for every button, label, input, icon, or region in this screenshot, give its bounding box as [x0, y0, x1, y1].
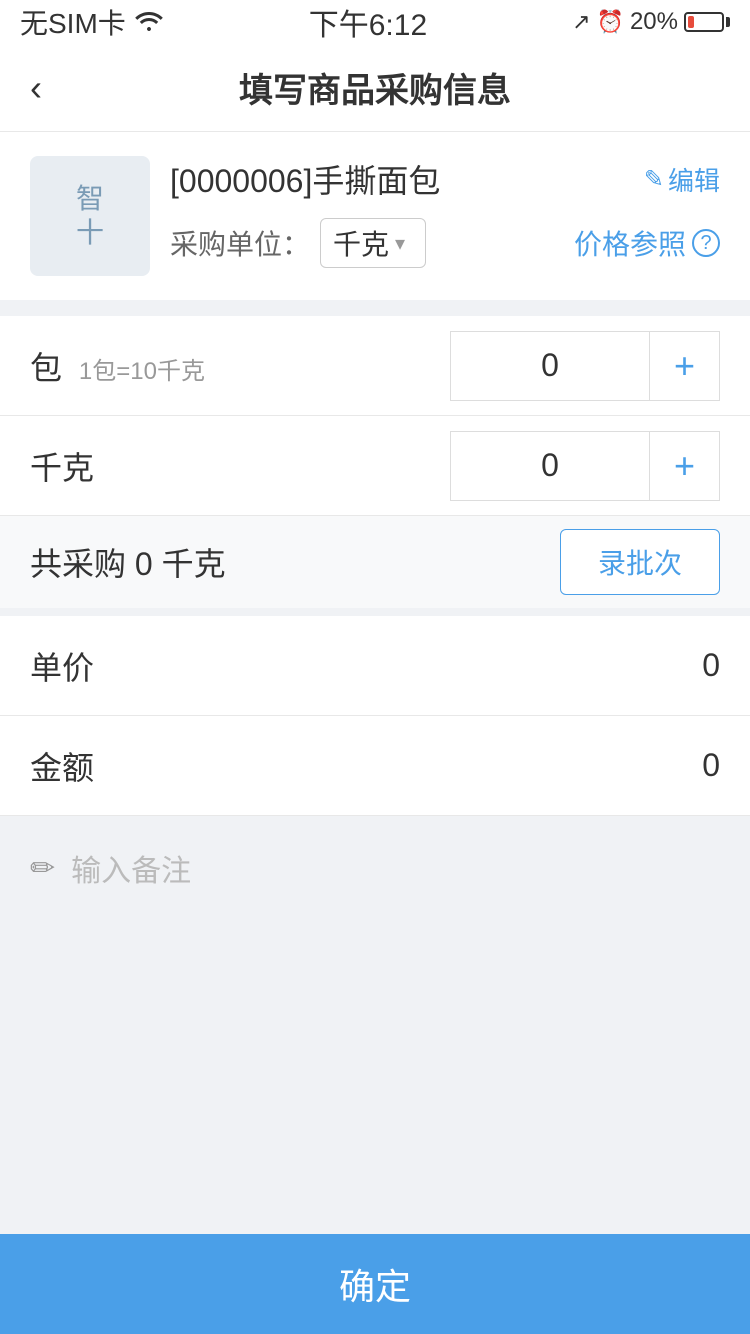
nav-bar: ‹ 填写商品采购信息: [0, 44, 750, 132]
unit-value: 千克: [333, 223, 389, 263]
product-info: [0000006]手撕面包 ✎ 编辑 采购单位： 千克 ▾ 价格参照 ?: [170, 156, 720, 268]
carrier-text: 无SIM卡: [20, 2, 126, 42]
price-section: 单价 0 金额 0: [0, 616, 750, 816]
battery-icon: [684, 12, 730, 32]
price-ref-label: 价格参照: [574, 223, 686, 263]
kg-plus-button[interactable]: +: [650, 431, 720, 501]
edit-icon: ✎: [644, 165, 664, 194]
unit-price-row: 单价 0: [0, 616, 750, 716]
status-bar-right: ↗ ⏰ 20%: [572, 8, 730, 36]
amount-label: 金额: [30, 743, 94, 789]
product-name-row: [0000006]手撕面包 ✎ 编辑: [170, 156, 720, 202]
price-ref-button[interactable]: 价格参照 ?: [574, 223, 720, 263]
kg-input-controls: +: [450, 431, 720, 501]
product-card: 智 十 [0000006]手撕面包 ✎ 编辑 采购单位： 千克 ▾ 价格参照: [0, 132, 750, 308]
unit-label: 采购单位：: [170, 223, 310, 263]
summary-text: 共采购 0 千克: [30, 539, 226, 585]
unit-price-value: 0: [702, 647, 720, 684]
kg-qty-input[interactable]: [450, 431, 650, 501]
kg-label: 千克: [30, 443, 94, 489]
product-image: 智 十: [30, 156, 150, 276]
section-divider-1: [0, 308, 750, 316]
edit-label: 编辑: [668, 161, 720, 198]
package-input-row: 包 1包=10千克 +: [0, 316, 750, 416]
package-input-controls: +: [450, 331, 720, 401]
confirm-button[interactable]: 确定: [0, 1234, 750, 1334]
back-button[interactable]: ‹: [30, 67, 42, 109]
package-sub-label: 1包=10千克: [79, 358, 205, 385]
record-batch-button[interactable]: 录批次: [560, 529, 720, 595]
unit-select[interactable]: 千克 ▾: [320, 218, 426, 268]
amount-row: 金额 0: [0, 716, 750, 816]
package-plus-button[interactable]: +: [650, 331, 720, 401]
location-icon: ↗: [572, 9, 590, 35]
product-logo: 智 十: [76, 182, 104, 249]
wifi-icon: [134, 6, 164, 38]
amount-value: 0: [702, 747, 720, 784]
package-label: 包 1包=10千克: [30, 343, 205, 389]
note-placeholder: 输入备注: [71, 846, 191, 890]
product-name: [0000006]手撕面包: [170, 156, 440, 202]
input-section: 包 1包=10千克 + 千克 +: [0, 316, 750, 516]
pencil-icon: ✏: [30, 851, 55, 886]
summary-row: 共采购 0 千克 录批次: [0, 516, 750, 616]
edit-button[interactable]: ✎ 编辑: [644, 161, 720, 198]
unit-row: 采购单位： 千克 ▾ 价格参照 ?: [170, 218, 720, 268]
page-title: 填写商品采购信息: [239, 63, 511, 112]
dropdown-arrow-icon: ▾: [395, 231, 405, 256]
unit-price-label: 单价: [30, 643, 94, 689]
alarm-icon: ⏰: [597, 9, 624, 35]
status-bar-left: 无SIM卡: [20, 2, 164, 42]
package-qty-input[interactable]: [450, 331, 650, 401]
kg-input-row: 千克 +: [0, 416, 750, 516]
unit-selector-group: 采购单位： 千克 ▾: [170, 218, 426, 268]
price-ref-help-icon: ?: [692, 229, 720, 257]
status-bar: 无SIM卡 下午6:12 ↗ ⏰ 20%: [0, 0, 750, 44]
battery-percent: 20%: [630, 8, 678, 36]
status-bar-time: 下午6:12: [309, 0, 427, 44]
note-section[interactable]: ✏ 输入备注: [0, 816, 750, 920]
